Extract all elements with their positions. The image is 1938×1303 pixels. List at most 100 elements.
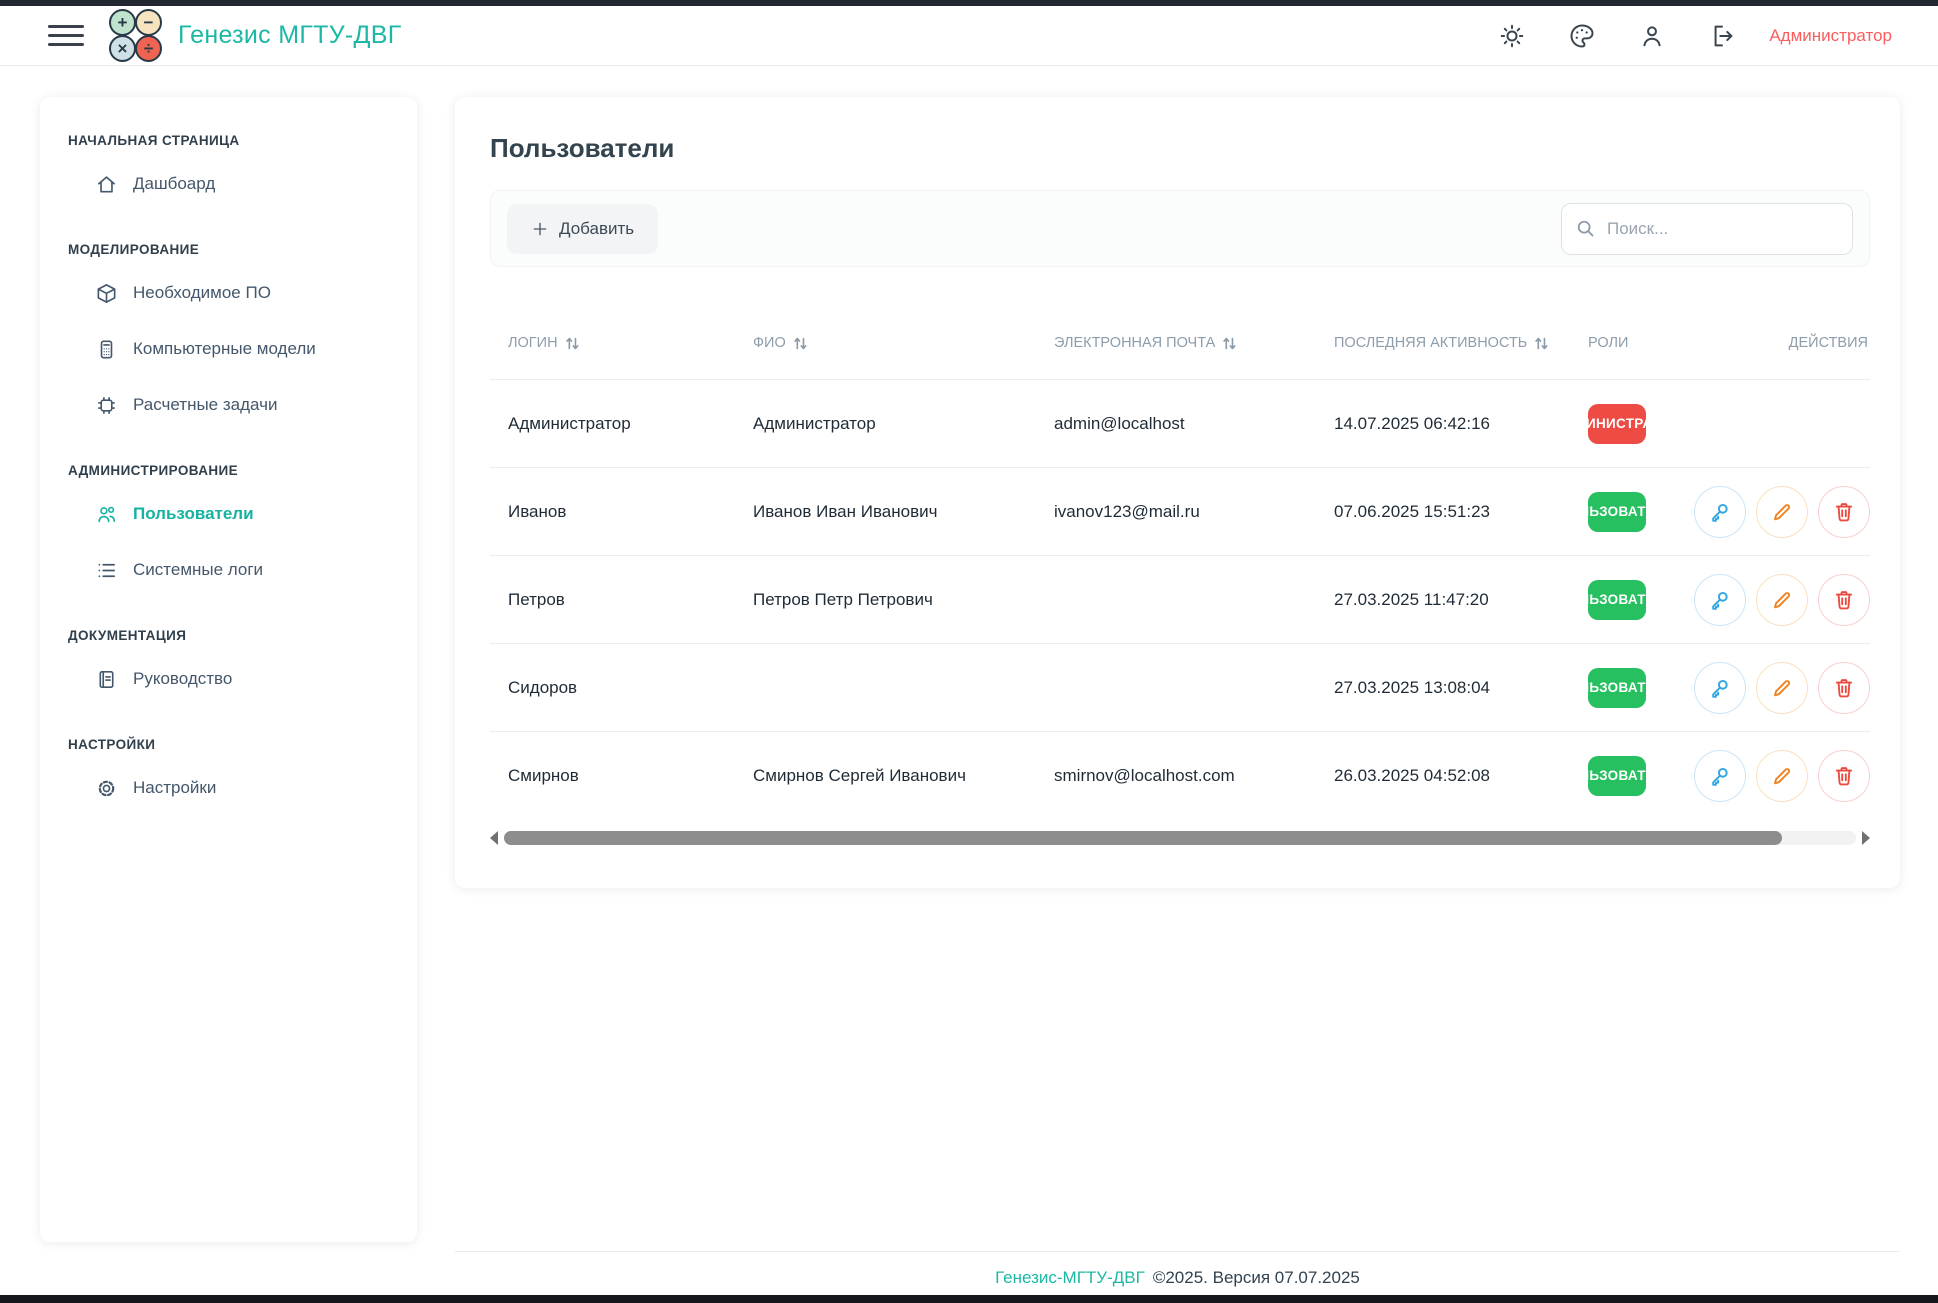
app-header: + − × ÷ Генезис МГТУ-ДВГ Администратор [0, 6, 1938, 66]
sort-icon [565, 337, 579, 349]
sort-icon [1535, 337, 1548, 349]
sidebar-item-manual[interactable]: Руководство [68, 651, 391, 707]
column-header-fio[interactable]: ФИО [735, 335, 1036, 352]
column-header-login[interactable]: ЛОГИН [490, 335, 735, 352]
login-cell: Смирнов [508, 765, 579, 785]
email-cell: ivanov123@mail.ru [1054, 501, 1200, 521]
minus-operator-icon: − [135, 8, 162, 36]
scroll-left-arrow-icon[interactable] [490, 831, 498, 845]
times-operator-icon: × [109, 34, 136, 62]
reset-password-button[interactable] [1694, 749, 1746, 802]
bottom-window-strip [0, 1295, 1938, 1303]
logout-icon[interactable] [1707, 21, 1737, 51]
sidebar-item-software[interactable]: Необходимое ПО [68, 265, 391, 321]
role-badge: АДМИНИСТРАТОР [1588, 403, 1646, 444]
search-icon [1577, 220, 1594, 236]
trash-icon [1835, 678, 1853, 697]
login-cell: Администратор [508, 413, 631, 433]
edit-user-button[interactable] [1756, 661, 1808, 714]
table-row: Смирнов Смирнов Сергей Иванович smirnov@… [490, 731, 1870, 819]
reset-password-button[interactable] [1694, 661, 1746, 714]
sidebar-section-documentation: ДОКУМЕНТАЦИЯ [68, 628, 187, 643]
footer-brand-link[interactable]: Генезис-МГТУ-ДВГ [995, 1268, 1145, 1288]
table-row: Иванов Иванов Иван Иванович ivanov123@ma… [490, 467, 1870, 555]
current-user-label[interactable]: Администратор [1769, 26, 1892, 46]
edit-user-button[interactable] [1756, 573, 1808, 626]
app-title: Генезис МГТУ-ДВГ [178, 21, 402, 49]
email-cell: smirnov@localhost.com [1054, 765, 1235, 785]
palette-icon[interactable] [1567, 21, 1597, 51]
reset-password-button[interactable] [1694, 485, 1746, 538]
fio-cell: Администратор [753, 413, 876, 433]
fio-cell: Петров Петр Петрович [753, 589, 933, 609]
divide-operator-icon: ÷ [135, 34, 162, 62]
sidebar-item-settings[interactable]: Настройки [68, 760, 391, 816]
cpu-icon [98, 396, 115, 414]
package-icon [97, 283, 116, 303]
key-icon [1712, 767, 1728, 786]
users-icon [98, 506, 116, 522]
role-badge: ПОЛЬЗОВАТЕЛЬ [1588, 667, 1646, 708]
calculator-icon [100, 340, 113, 358]
brightness-icon[interactable] [1497, 21, 1527, 51]
home-icon [98, 175, 115, 193]
login-cell: Иванов [508, 501, 567, 521]
login-cell: Сидоров [508, 677, 578, 697]
actions-cell [1660, 661, 1870, 714]
gear-icon [98, 780, 115, 796]
edit-user-button[interactable] [1756, 749, 1808, 802]
sort-icon [794, 337, 807, 349]
last-activity-cell: 27.03.2025 11:47:20 [1334, 589, 1489, 609]
scrollbar-track[interactable] [504, 831, 1856, 845]
sidebar-section-settings: НАСТРОЙКИ [68, 737, 156, 752]
column-header-email[interactable]: ЭЛЕКТРОННАЯ ПОЧТА [1036, 335, 1268, 352]
trash-icon [1835, 766, 1853, 785]
delete-user-button[interactable] [1818, 485, 1870, 538]
last-activity-cell: 14.07.2025 06:42:16 [1334, 413, 1490, 433]
users-panel: Пользователи Добавить Поиск... ЛОГИН ФИО… [455, 97, 1900, 888]
footer-copyright: ©2025. Версия 07.07.2025 [1152, 1267, 1360, 1287]
edit-user-button[interactable] [1756, 485, 1808, 538]
book-icon [99, 670, 114, 688]
table-row: Петров Петров Петр Петрович 27.03.2025 1… [490, 555, 1870, 643]
pencil-icon [1774, 591, 1790, 608]
fio-cell: Смирнов Сергей Иванович [753, 765, 966, 785]
role-cell: ПОЛЬЗОВАТЕЛЬ [1570, 491, 1660, 532]
search-input[interactable] [1561, 202, 1853, 255]
column-header-last-activity[interactable]: ПОСЛЕДНЯЯ АКТИВНОСТЬ [1316, 335, 1570, 352]
add-user-button[interactable]: Добавить [507, 203, 659, 254]
list-icon [98, 563, 115, 577]
delete-user-button[interactable] [1818, 749, 1870, 802]
pencil-icon [1774, 679, 1790, 696]
sidebar-item-computation-tasks[interactable]: Расчетные задачи [68, 377, 391, 433]
column-header-roles: РОЛИ [1588, 335, 1629, 351]
last-activity-cell: 26.03.2025 04:52:08 [1334, 765, 1490, 785]
actions-cell [1660, 485, 1870, 538]
column-header-actions: ДЕЙСТВИЯ [1788, 335, 1868, 351]
sidebar-item-system-logs[interactable]: Системные логи [68, 542, 391, 598]
table-row: Администратор Администратор admin@localh… [490, 379, 1870, 467]
pencil-icon [1774, 503, 1790, 520]
role-badge: ПОЛЬЗОВАТЕЛЬ [1588, 491, 1646, 532]
sidebar: НАЧАЛЬНАЯ СТРАНИЦА Дашбоард МОДЕЛИРОВАНИ… [40, 97, 417, 1242]
scroll-right-arrow-icon[interactable] [1862, 831, 1870, 845]
pencil-icon [1774, 767, 1790, 784]
sidebar-item-computer-models[interactable]: Компьютерные модели [68, 321, 391, 377]
key-icon [1712, 679, 1728, 698]
delete-user-button[interactable] [1818, 661, 1870, 714]
scrollbar-thumb[interactable] [504, 831, 1782, 845]
sidebar-section-administration: АДМИНИСТРИРОВАНИЕ [68, 463, 239, 478]
email-cell: admin@localhost [1054, 413, 1185, 433]
plus-icon [533, 222, 547, 235]
delete-user-button[interactable] [1818, 573, 1870, 626]
table-toolbar: Добавить [490, 190, 1870, 267]
sidebar-item-users[interactable]: Пользователи [68, 486, 391, 542]
app-page: + − × ÷ Генезис МГТУ-ДВГ Администратор Н… [0, 0, 1938, 1303]
sort-icon [1223, 337, 1236, 349]
user-icon[interactable] [1637, 21, 1667, 51]
trash-icon [1835, 502, 1853, 521]
menu-icon[interactable] [48, 23, 84, 49]
last-activity-cell: 27.03.2025 13:08:04 [1334, 677, 1490, 697]
reset-password-button[interactable] [1694, 573, 1746, 626]
sidebar-item-dashboard[interactable]: Дашбоард [68, 156, 391, 212]
